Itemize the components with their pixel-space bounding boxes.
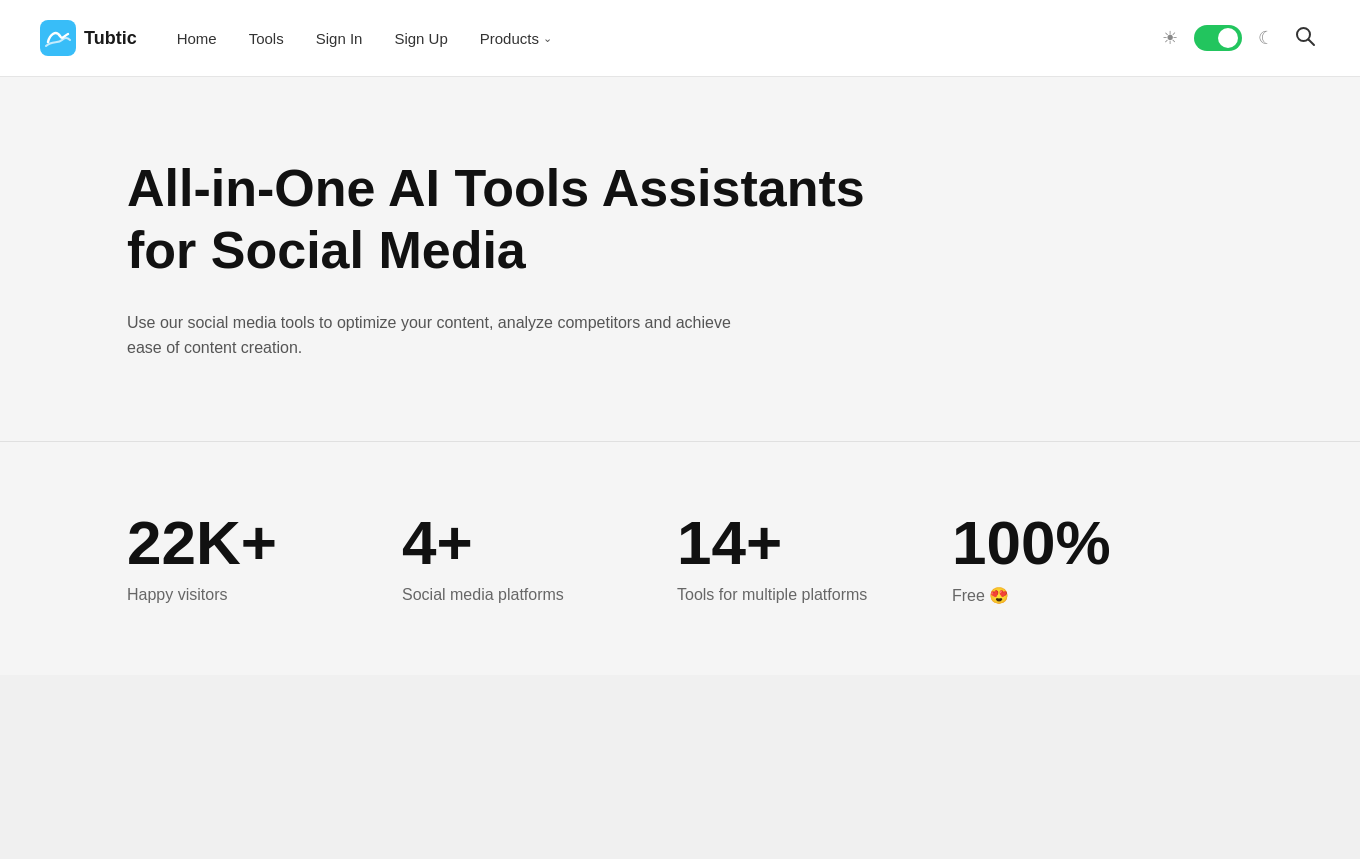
hero-section: All-in-One AI Tools Assistants for Socia…: [0, 77, 1360, 441]
hero-title: All-in-One AI Tools Assistants for Socia…: [127, 157, 907, 282]
nav-right-controls: ☀ ☾: [1162, 21, 1320, 56]
stat-label-tools: Tools for multiple platforms: [677, 586, 912, 604]
navbar: Tubtic Home Tools Sign In Sign Up Produc…: [0, 0, 1360, 77]
sun-icon[interactable]: ☀: [1162, 27, 1178, 49]
nav-links: Home Tools Sign In Sign Up Products ⌄: [177, 30, 1162, 47]
theme-toggle[interactable]: [1194, 25, 1242, 51]
products-chevron-icon: ⌄: [543, 32, 552, 45]
svg-line-2: [1309, 39, 1315, 45]
hero-subtitle: Use our social media tools to optimize y…: [127, 310, 747, 361]
stat-item-free: 100% Free 😍: [952, 512, 1227, 605]
stats-section: 22K+ Happy visitors 4+ Social media plat…: [0, 442, 1360, 675]
stat-label-free: Free 😍: [952, 586, 1187, 605]
stat-label-platforms: Social media platforms: [402, 586, 637, 604]
toggle-knob: [1218, 28, 1238, 48]
stats-grid: 22K+ Happy visitors 4+ Social media plat…: [127, 512, 1227, 605]
nav-products[interactable]: Products ⌄: [480, 30, 552, 47]
nav-signup[interactable]: Sign Up: [394, 30, 447, 47]
svg-rect-0: [40, 20, 76, 56]
stat-number-free: 100%: [952, 512, 1187, 574]
brand-logo[interactable]: Tubtic: [40, 20, 137, 56]
lower-section: [0, 675, 1360, 859]
stat-number-platforms: 4+: [402, 512, 637, 574]
stat-item-visitors: 22K+ Happy visitors: [127, 512, 402, 605]
nav-signin[interactable]: Sign In: [316, 30, 363, 47]
logo-icon: [40, 20, 76, 56]
stat-label-visitors: Happy visitors: [127, 586, 362, 604]
moon-icon[interactable]: ☾: [1258, 27, 1274, 49]
nav-home[interactable]: Home: [177, 30, 217, 47]
stat-item-platforms: 4+ Social media platforms: [402, 512, 677, 605]
stat-number-visitors: 22K+: [127, 512, 362, 574]
search-icon[interactable]: [1290, 21, 1320, 56]
stat-item-tools: 14+ Tools for multiple platforms: [677, 512, 952, 605]
nav-tools[interactable]: Tools: [249, 30, 284, 47]
stat-number-tools: 14+: [677, 512, 912, 574]
brand-name: Tubtic: [84, 28, 137, 49]
